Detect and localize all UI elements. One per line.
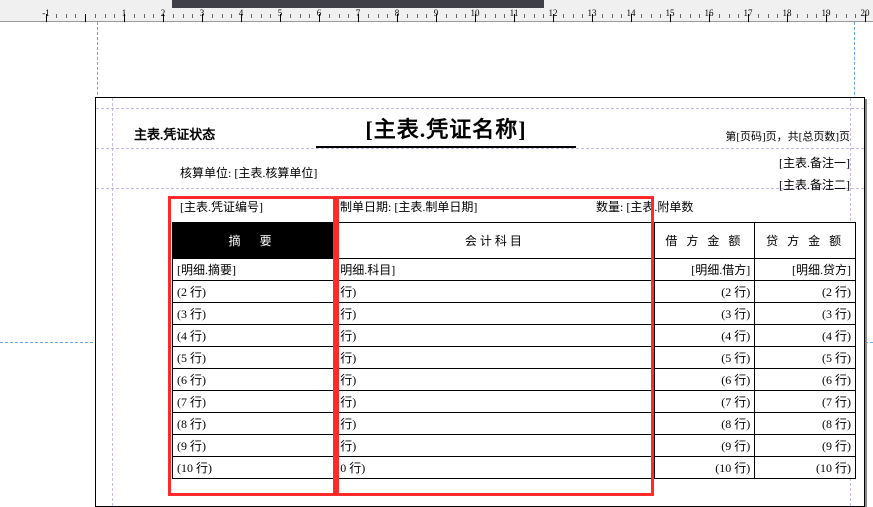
cell-subject[interactable]: 行) [336, 325, 654, 347]
cell-subject[interactable]: 0 行) [336, 457, 654, 479]
cell-subject[interactable]: 行) [336, 369, 654, 391]
table-header-row: 摘 要 会计科目 借 方 金 额 贷 方 金 额 [173, 223, 856, 259]
cell-credit[interactable]: (2 行) [755, 281, 856, 303]
col-subject[interactable]: 会计科目 [336, 223, 654, 259]
table-row[interactable]: (10 行)0 行)(10 行)(10 行) [173, 457, 856, 479]
cell-summary[interactable]: (5 行) [173, 347, 336, 369]
voucher-table[interactable]: 摘 要 会计科目 借 方 金 额 贷 方 金 额 [明细.摘要]明细.科目][明… [172, 222, 856, 479]
cell-summary[interactable]: (9 行) [173, 435, 336, 457]
cell-subject[interactable]: 行) [336, 303, 654, 325]
unit-value: [主表.核算单位] [234, 166, 317, 180]
design-dash [112, 98, 113, 506]
cell-debit[interactable]: (7 行) [654, 391, 755, 413]
cell-credit[interactable]: (10 行) [755, 457, 856, 479]
table-row[interactable]: (5 行) 行)(5 行)(5 行) [173, 347, 856, 369]
accounting-unit-row[interactable]: 核算单位: [主表.核算单位] [180, 164, 317, 181]
cell-debit[interactable]: (10 行) [654, 457, 755, 479]
cell-summary[interactable]: (7 行) [173, 391, 336, 413]
cell-debit[interactable]: (9 行) [654, 435, 755, 457]
unit-label: 核算单位: [180, 166, 231, 180]
attach-value: [主表.附单数 [626, 200, 693, 214]
cell-credit[interactable]: (4 行) [755, 325, 856, 347]
cell-credit[interactable]: (9 行) [755, 435, 856, 457]
cell-summary[interactable]: (8 行) [173, 413, 336, 435]
report-page[interactable]: 主表.凭证状态 [主表.凭证名称] 第[页码]页，共[总页数]页 [主表.备注一… [95, 97, 865, 507]
cell-subject[interactable]: 行) [336, 413, 654, 435]
cell-summary[interactable]: (2 行) [173, 281, 336, 303]
design-dash [96, 108, 864, 109]
table-row[interactable]: (6 行) 行)(6 行)(6 行) [173, 369, 856, 391]
table-row[interactable]: [明细.摘要]明细.科目][明细.借方][明细.贷方] [173, 259, 856, 281]
cell-subject[interactable]: 行) [336, 391, 654, 413]
makedate-label: 制单日期: [340, 200, 391, 214]
cell-debit[interactable]: (3 行) [654, 303, 755, 325]
cell-credit[interactable]: (7 行) [755, 391, 856, 413]
cell-credit[interactable]: (8 行) [755, 413, 856, 435]
make-date[interactable]: 制单日期: [主表.制单日期] [340, 198, 477, 215]
design-canvas[interactable]: 主表.凭证状态 [主表.凭证名称] 第[页码]页，共[总页数]页 [主表.备注一… [0, 22, 873, 503]
cell-subject[interactable]: 行) [336, 281, 654, 303]
cell-summary[interactable]: (3 行) [173, 303, 336, 325]
table-row[interactable]: (2 行) 行)(2 行)(2 行) [173, 281, 856, 303]
table-row[interactable]: (7 行) 行)(7 行)(7 行) [173, 391, 856, 413]
voucher-title[interactable]: [主表.凭证名称] [316, 112, 576, 148]
attachment-count[interactable]: 数量: [主表.附单数 [596, 198, 693, 215]
cell-summary[interactable]: (4 行) [173, 325, 336, 347]
cell-credit[interactable]: (5 行) [755, 347, 856, 369]
voucher-status-label[interactable]: 主表.凭证状态 [134, 124, 215, 143]
cell-credit[interactable]: [明细.贷方] [755, 259, 856, 281]
cell-debit[interactable]: (2 行) [654, 281, 755, 303]
cell-debit[interactable]: [明细.借方] [654, 259, 755, 281]
cell-debit[interactable]: (6 行) [654, 369, 755, 391]
cell-credit[interactable]: (3 行) [755, 303, 856, 325]
table-row[interactable]: (4 行) 行)(4 行)(4 行) [173, 325, 856, 347]
table-row[interactable]: (9 行) 行)(9 行)(9 行) [173, 435, 856, 457]
remark-1[interactable]: [主表.备注一] [779, 154, 850, 171]
remark-2[interactable]: [主表.备注二] [779, 176, 850, 193]
horizontal-ruler[interactable]: -11234567891011121314151617181920 [0, 0, 873, 22]
cell-subject[interactable]: 明细.科目] [336, 259, 654, 281]
cell-debit[interactable]: (4 行) [654, 325, 755, 347]
cell-summary[interactable]: (10 行) [173, 457, 336, 479]
cell-credit[interactable]: (6 行) [755, 369, 856, 391]
cell-debit[interactable]: (8 行) [654, 413, 755, 435]
attach-label: 数量: [596, 200, 623, 214]
col-credit[interactable]: 贷 方 金 额 [755, 223, 856, 259]
cell-debit[interactable]: (5 行) [654, 347, 755, 369]
col-debit[interactable]: 借 方 金 额 [654, 223, 755, 259]
design-dash [96, 148, 864, 149]
cell-summary[interactable]: [明细.摘要] [173, 259, 336, 281]
table-row[interactable]: (8 行) 行)(8 行)(8 行) [173, 413, 856, 435]
table-row[interactable]: (3 行) 行)(3 行)(3 行) [173, 303, 856, 325]
voucher-number[interactable]: [主表.凭证编号] [180, 198, 263, 215]
design-dash [96, 188, 864, 189]
makedate-value: [主表.制单日期] [394, 200, 477, 214]
page-indicator[interactable]: 第[页码]页，共[总页数]页 [725, 128, 850, 144]
cell-subject[interactable]: 行) [336, 347, 654, 369]
cell-summary[interactable]: (6 行) [173, 369, 336, 391]
ruler-dark-segment [172, 0, 544, 8]
cell-subject[interactable]: 行) [336, 435, 654, 457]
col-summary[interactable]: 摘 要 [173, 223, 336, 259]
